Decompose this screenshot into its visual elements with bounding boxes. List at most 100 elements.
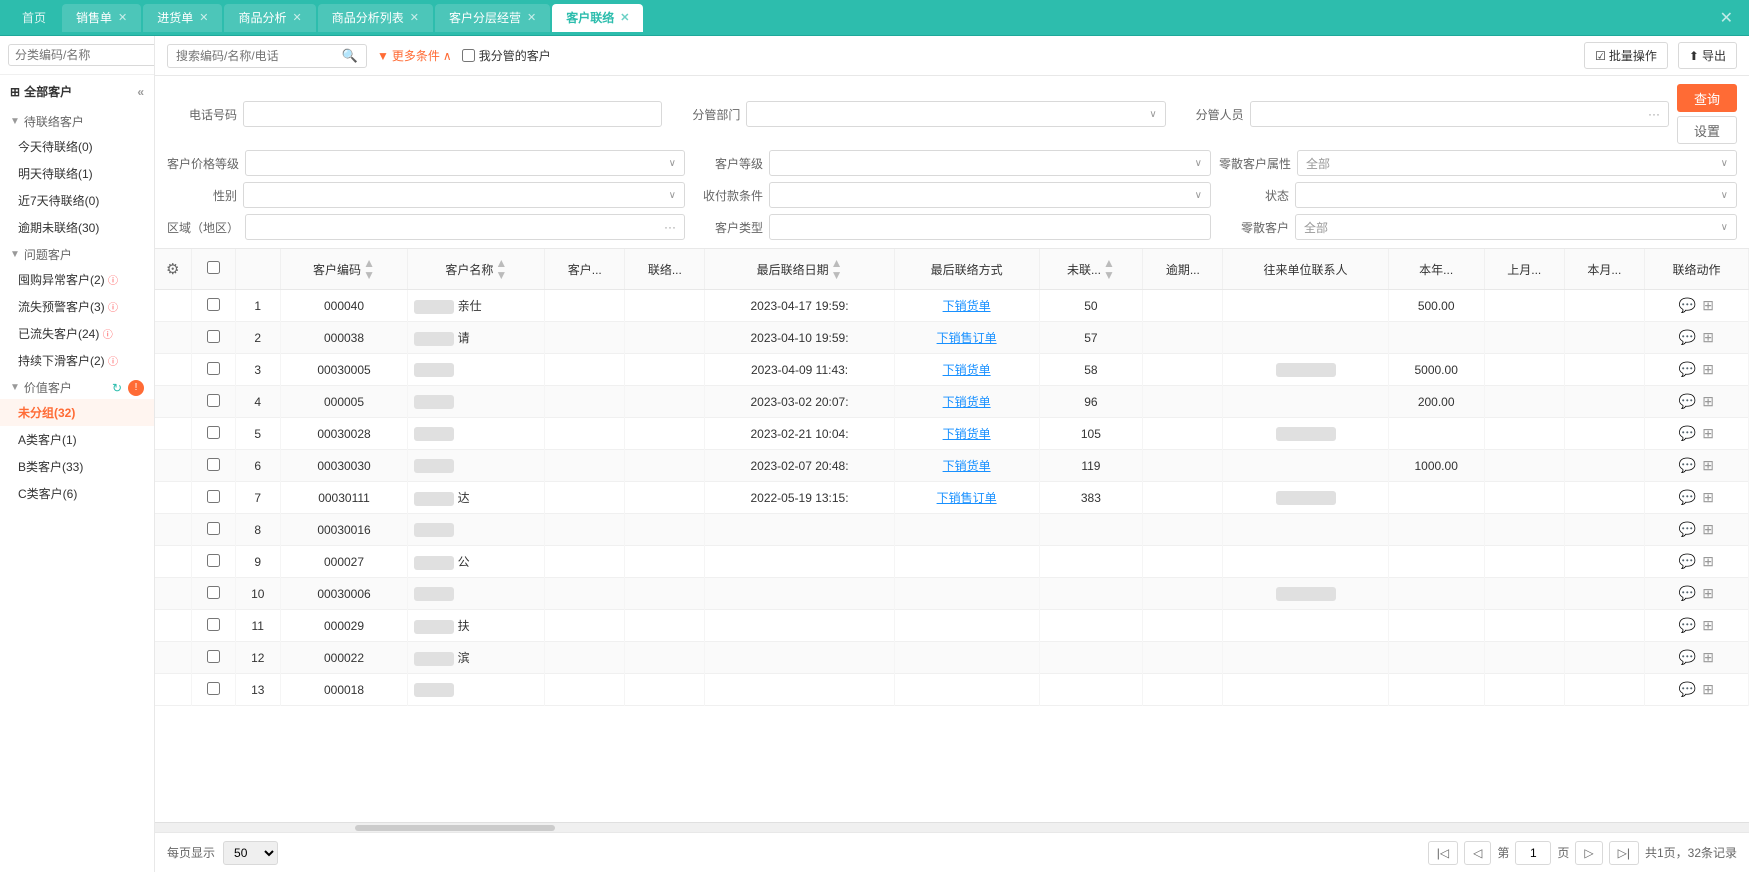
grid-action-icon[interactable]: ⊞ <box>1702 393 1714 410</box>
last-month-col-header[interactable]: 上月... <box>1484 249 1564 290</box>
row-checkbox[interactable] <box>207 682 220 695</box>
select-all-checkbox[interactable] <box>207 261 220 274</box>
tab-purchase[interactable]: 进货单 ✕ <box>143 4 222 32</box>
tab-sales[interactable]: 销售单 ✕ <box>62 4 141 32</box>
row-checkbox[interactable] <box>207 330 220 343</box>
region-select[interactable]: ··· <box>245 214 685 240</box>
grid-action-icon[interactable]: ⊞ <box>1702 297 1714 314</box>
row-checkbox[interactable] <box>207 490 220 503</box>
retail-attr-select[interactable]: 全部 ∨ <box>1297 150 1737 176</box>
grid-action-icon[interactable]: ⊞ <box>1702 361 1714 378</box>
type-col-header[interactable]: 客户... <box>545 249 625 290</box>
this-year-col-header[interactable]: 本年... <box>1388 249 1484 290</box>
sidebar-item-churned[interactable]: 已流失客户(24) ⓘ <box>0 320 154 347</box>
per-page-select[interactable]: 50 100 200 <box>223 841 278 865</box>
sidebar-collapse-icon[interactable]: « <box>137 85 144 99</box>
batch-op-btn[interactable]: ☑ 批量操作 <box>1584 42 1668 69</box>
row-checkbox[interactable] <box>207 586 220 599</box>
last-page-btn[interactable]: ▷| <box>1609 841 1639 865</box>
tab-customer-segment[interactable]: 客户分层经营 ✕ <box>435 4 550 32</box>
section-value-customer[interactable]: ▼ 价值客户 ↻ ! <box>0 374 154 399</box>
message-action-icon[interactable]: 💬 <box>1679 297 1696 314</box>
overdue-col-header[interactable]: 逾期... <box>1143 249 1223 290</box>
last-method-link[interactable]: 下销货单 <box>943 395 991 409</box>
manager-select[interactable]: ··· <box>1250 101 1669 127</box>
sidebar-all-customers[interactable]: ⊞ 全部客户 « <box>0 75 154 108</box>
tab-purchase-close[interactable]: ✕ <box>199 11 208 24</box>
next-page-btn[interactable]: ▷ <box>1575 841 1602 865</box>
section-problem-customer[interactable]: ▼ 问题客户 <box>0 241 154 266</box>
status-select[interactable]: ∨ <box>1295 182 1737 208</box>
retail-customer-select[interactable]: 全部 ∨ <box>1295 214 1737 240</box>
grid-action-icon[interactable]: ⊞ <box>1702 329 1714 346</box>
grid-action-icon[interactable]: ⊞ <box>1702 521 1714 538</box>
filter-search-input[interactable] <box>176 49 342 63</box>
grid-action-icon[interactable]: ⊞ <box>1702 457 1714 474</box>
row-checkbox[interactable] <box>207 522 220 535</box>
customer-level-select[interactable]: ∨ <box>769 150 1211 176</box>
sidebar-item-tomorrow[interactable]: 明天待联络(1) <box>0 160 154 187</box>
tab-analysis-list[interactable]: 商品分析列表 ✕ <box>318 4 433 32</box>
tab-analysis-list-close[interactable]: ✕ <box>410 11 419 24</box>
prev-page-btn[interactable]: ◁ <box>1464 841 1491 865</box>
sidebar-item-overdue[interactable]: 逾期未联络(30) <box>0 214 154 241</box>
last-method-link[interactable]: 下销售订单 <box>937 491 997 505</box>
message-action-icon[interactable]: 💬 <box>1679 585 1696 602</box>
grid-action-icon[interactable]: ⊞ <box>1702 425 1714 442</box>
message-action-icon[interactable]: 💬 <box>1679 329 1696 346</box>
region-more-icon[interactable]: ··· <box>664 220 676 234</box>
last-method-link[interactable]: 下销货单 <box>943 459 991 473</box>
filter-search-icon[interactable]: 🔍 <box>342 48 358 64</box>
tab-analysis-close[interactable]: ✕ <box>293 11 302 24</box>
message-action-icon[interactable]: 💬 <box>1679 617 1696 634</box>
sidebar-item-class-a[interactable]: A类客户(1) <box>0 426 154 453</box>
last-method-link[interactable]: 下销售订单 <box>937 331 997 345</box>
message-action-icon[interactable]: 💬 <box>1679 553 1696 570</box>
last-method-link[interactable]: 下销货单 <box>943 427 991 441</box>
tab-sales-close[interactable]: ✕ <box>118 11 127 24</box>
row-checkbox[interactable] <box>207 394 220 407</box>
sidebar-item-class-c[interactable]: C类客户(6) <box>0 480 154 507</box>
reset-btn[interactable]: 设置 <box>1677 116 1737 144</box>
contact-col-header[interactable]: 联络... <box>625 249 705 290</box>
message-action-icon[interactable]: 💬 <box>1679 489 1696 506</box>
sidebar-item-class-b[interactable]: B类客户(33) <box>0 453 154 480</box>
gender-select[interactable]: ∨ <box>243 182 685 208</box>
grid-action-icon[interactable]: ⊞ <box>1702 553 1714 570</box>
query-btn[interactable]: 查询 <box>1677 84 1737 112</box>
refresh-icon[interactable]: ↻ <box>112 381 122 395</box>
tab-customer-contact[interactable]: 客户联络 ✕ <box>552 4 643 32</box>
filter-more-btn[interactable]: ▼ 更多条件 ∧ <box>377 47 452 64</box>
row-checkbox[interactable] <box>207 298 220 311</box>
tab-analysis[interactable]: 商品分析 ✕ <box>224 4 315 32</box>
payment-select[interactable]: ∨ <box>769 182 1211 208</box>
export-btn[interactable]: ⬆ 导出 <box>1678 42 1737 69</box>
message-action-icon[interactable]: 💬 <box>1679 649 1696 666</box>
message-action-icon[interactable]: 💬 <box>1679 361 1696 378</box>
row-checkbox[interactable] <box>207 426 220 439</box>
dept-select[interactable]: ∨ <box>746 101 1165 127</box>
price-level-select[interactable]: ∨ <box>245 150 685 176</box>
tab-home[interactable]: 首页 <box>8 4 60 32</box>
name-col-header[interactable]: 客户名称 ▲▼ <box>408 249 545 290</box>
sidebar-item-7days[interactable]: 近7天待联络(0) <box>0 187 154 214</box>
last-date-col-header[interactable]: 最后联络日期 ▲▼ <box>705 249 894 290</box>
grid-action-icon[interactable]: ⊞ <box>1702 585 1714 602</box>
window-close-btn[interactable]: ✕ <box>1712 8 1741 28</box>
partner-col-header[interactable]: 往来单位联系人 <box>1223 249 1388 290</box>
sidebar-item-declining[interactable]: 持续下滑客户(2) ⓘ <box>0 347 154 374</box>
first-page-btn[interactable]: |◁ <box>1428 841 1458 865</box>
section-pending-contact[interactable]: ▼ 待联络客户 <box>0 108 154 133</box>
grid-action-icon[interactable]: ⊞ <box>1702 617 1714 634</box>
message-action-icon[interactable]: 💬 <box>1679 681 1696 698</box>
row-checkbox[interactable] <box>207 362 220 375</box>
manager-more-icon[interactable]: ··· <box>1648 107 1660 121</box>
tab-customer-contact-close[interactable]: ✕ <box>620 11 629 24</box>
sidebar-search-input[interactable] <box>8 44 155 66</box>
last-method-link[interactable]: 下销货单 <box>943 299 991 313</box>
message-action-icon[interactable]: 💬 <box>1679 425 1696 442</box>
message-action-icon[interactable]: 💬 <box>1679 457 1696 474</box>
row-checkbox[interactable] <box>207 618 220 631</box>
last-method-col-header[interactable]: 最后联络方式 <box>894 249 1039 290</box>
row-checkbox[interactable] <box>207 650 220 663</box>
